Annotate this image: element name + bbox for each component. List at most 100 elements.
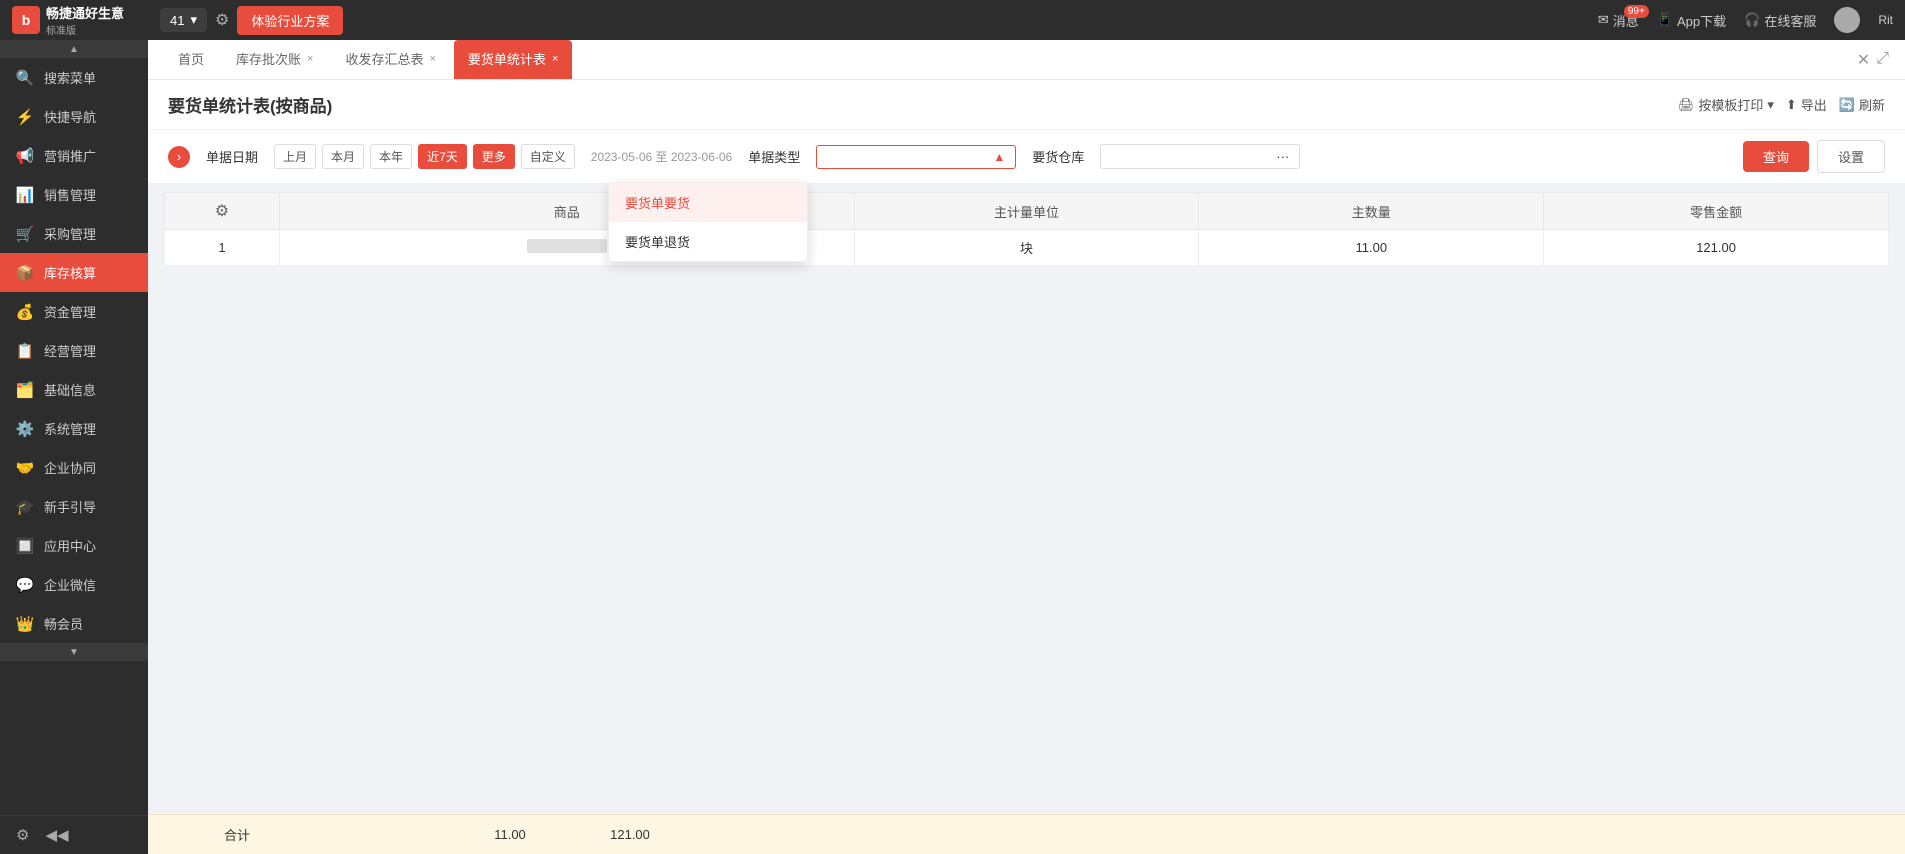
col-amount-header: 零售金额: [1544, 193, 1889, 230]
date-btn-more[interactable]: 更多: [473, 144, 515, 169]
sidebar-item-inventory[interactable]: 📦 库存核算: [0, 253, 148, 292]
settings-btn[interactable]: 设置: [1817, 140, 1885, 173]
sidebar-item-basics[interactable]: 🗂️ 基础信息: [0, 370, 148, 409]
tab-fullscreen-btn[interactable]: ⤢: [1876, 50, 1889, 70]
date-btn-this-month[interactable]: 本月: [322, 144, 364, 169]
row-amount: 121.00: [1544, 230, 1889, 266]
date-btn-custom[interactable]: 自定义: [521, 144, 575, 169]
warehouse-filter-label: 要货仓库: [1032, 147, 1084, 166]
sidebar-item-members[interactable]: 👑 畅会员: [0, 604, 148, 643]
sidebar-item-label: 应用中心: [44, 536, 96, 555]
date-btn-this-year[interactable]: 本年: [370, 144, 412, 169]
sidebar-scroll-down[interactable]: ▼: [0, 643, 148, 661]
settings-icon[interactable]: ⚙: [215, 10, 229, 30]
user-avatar[interactable]: [1834, 7, 1860, 33]
filter-collapse-btn[interactable]: ›: [168, 146, 190, 168]
sidebar-item-guide[interactable]: 🎓 新手引导: [0, 487, 148, 526]
tab-order-stats-close[interactable]: ×: [552, 53, 558, 65]
messages-btn[interactable]: ✉ 消息 99+: [1598, 11, 1639, 30]
page-actions: 🖨 按模板打印 ▾ ⬆ 导出 🔄 刷新: [1678, 95, 1885, 114]
sidebar-item-sales[interactable]: 📊 销售管理: [0, 175, 148, 214]
sidebar-item-label: 系统管理: [44, 419, 96, 438]
sidebar-item-system[interactable]: ⚙️ 系统管理: [0, 409, 148, 448]
sidebar-scroll-up[interactable]: ▲: [0, 40, 148, 58]
tab-order-stats[interactable]: 要货单统计表 ×: [454, 40, 572, 79]
tab-inventory-batch-close[interactable]: ×: [307, 53, 313, 65]
sidebar-item-label: 营销推广: [44, 146, 96, 165]
user-name: Rit: [1878, 13, 1893, 27]
basics-icon: 🗂️: [16, 381, 34, 399]
sidebar-item-operations[interactable]: 📋 经营管理: [0, 331, 148, 370]
sidebar-item-label: 畅会员: [44, 614, 83, 633]
tab-home-label: 首页: [178, 49, 204, 68]
product-name-placeholder: [527, 239, 607, 253]
bottom-settings-icon[interactable]: ⚙: [16, 826, 29, 844]
app-name: 畅捷通好生意: [46, 3, 124, 22]
query-btn[interactable]: 查询: [1743, 141, 1809, 172]
print-btn[interactable]: 🖨 按模板打印 ▾: [1678, 95, 1774, 114]
footer-amount: 121.00: [570, 827, 690, 842]
sidebar-item-finance[interactable]: 💰 资金管理: [0, 292, 148, 331]
table-container: ⚙ 商品 主计量单位 主数量 零售金额 1: [148, 184, 1905, 814]
sidebar: ▲ 🔍 搜索菜单 ⚡ 快捷导航 📢 营销推广 📊 销售管理 🛒 采购管理 📦 库…: [0, 40, 148, 854]
app-download-label: App下载: [1677, 11, 1726, 30]
tab-receivables[interactable]: 收发存汇总表 ×: [331, 40, 449, 79]
export-btn[interactable]: ⬆ 导出: [1786, 95, 1827, 114]
refresh-btn[interactable]: 🔄 刷新: [1839, 95, 1885, 114]
sidebar-item-wechat[interactable]: 💬 企业微信: [0, 565, 148, 604]
tab-close-all-btn[interactable]: ✕: [1857, 50, 1870, 70]
dropdown-item-requisition[interactable]: 要货单要货: [609, 183, 807, 222]
date-filter-label: 单据日期: [206, 147, 258, 166]
bottom-collapse-icon[interactable]: ◀◀: [45, 826, 68, 844]
sidebar-item-search[interactable]: 🔍 搜索菜单: [0, 58, 148, 97]
sidebar-item-label: 企业微信: [44, 575, 96, 594]
page-header: 要货单统计表(按商品) 🖨 按模板打印 ▾ ⬆ 导出 🔄 刷新: [148, 80, 1905, 130]
sidebar-item-label: 库存核算: [44, 263, 96, 282]
tab-expand-btns: ✕ ⤢: [1857, 50, 1889, 70]
quick-nav-icon: ⚡: [16, 108, 34, 126]
members-icon: 👑: [16, 615, 34, 633]
sidebar-item-label: 资金管理: [44, 302, 96, 321]
sidebar-item-marketing[interactable]: 📢 营销推广: [0, 136, 148, 175]
sidebar-item-purchase[interactable]: 🛒 采购管理: [0, 214, 148, 253]
apps-icon: 🔲: [16, 537, 34, 555]
sidebar-item-label: 经营管理: [44, 341, 96, 360]
date-btn-7days[interactable]: 近7天: [418, 144, 467, 169]
app-sub: 标准版: [46, 22, 124, 37]
store-dropdown-icon: ▾: [190, 12, 197, 28]
date-btn-last-month[interactable]: 上月: [274, 144, 316, 169]
warehouse-filter-select[interactable]: ···: [1100, 144, 1300, 169]
tab-receivables-close[interactable]: ×: [429, 53, 435, 65]
data-table: ⚙ 商品 主计量单位 主数量 零售金额 1: [164, 192, 1889, 266]
wechat-icon: 💬: [16, 576, 34, 594]
page-title: 要货单统计表(按商品): [168, 92, 332, 117]
type-filter-select[interactable]: ▲: [816, 145, 1016, 169]
purchase-icon: 🛒: [16, 225, 34, 243]
tab-order-stats-label: 要货单统计表: [468, 49, 546, 68]
sidebar-item-apps[interactable]: 🔲 应用中心: [0, 526, 148, 565]
table-settings-icon[interactable]: ⚙: [215, 203, 229, 220]
col-settings-header: ⚙: [165, 193, 280, 230]
sidebar-item-quick-nav[interactable]: ⚡ 快捷导航: [0, 97, 148, 136]
online-service-label: 在线客服: [1764, 11, 1816, 30]
tab-bar: 首页 库存批次账 × 收发存汇总表 × 要货单统计表 × ✕ ⤢: [148, 40, 1905, 80]
row-qty: 11.00: [1199, 230, 1544, 266]
type-dropdown: 要货单要货 要货单退货: [608, 182, 808, 262]
footer-label: 合计: [224, 825, 250, 844]
phone-icon: 📱: [1657, 12, 1673, 28]
content-area: 首页 库存批次账 × 收发存汇总表 × 要货单统计表 × ✕ ⤢ 要: [148, 40, 1905, 854]
tab-inventory-batch[interactable]: 库存批次账 ×: [222, 40, 327, 79]
search-icon: 🔍: [16, 69, 34, 87]
dropdown-item-return[interactable]: 要货单退货: [609, 222, 807, 261]
store-selector[interactable]: 41 ▾: [160, 8, 207, 32]
tab-home[interactable]: 首页: [164, 40, 218, 79]
print-label: 按模板打印: [1698, 95, 1763, 114]
app-download-btn[interactable]: 📱 App下载: [1657, 11, 1726, 30]
industry-btn[interactable]: 体验行业方案: [237, 6, 343, 35]
sidebar-item-label: 采购管理: [44, 224, 96, 243]
marketing-icon: 📢: [16, 147, 34, 165]
tab-inventory-batch-label: 库存批次账: [236, 49, 301, 68]
online-service-btn[interactable]: 🎧 在线客服: [1744, 11, 1816, 30]
sidebar-item-enterprise[interactable]: 🤝 企业协同: [0, 448, 148, 487]
top-header: b 畅捷通好生意 标准版 41 ▾ ⚙ 体验行业方案 ✉ 消息 99+ 📱 Ap…: [0, 0, 1905, 40]
